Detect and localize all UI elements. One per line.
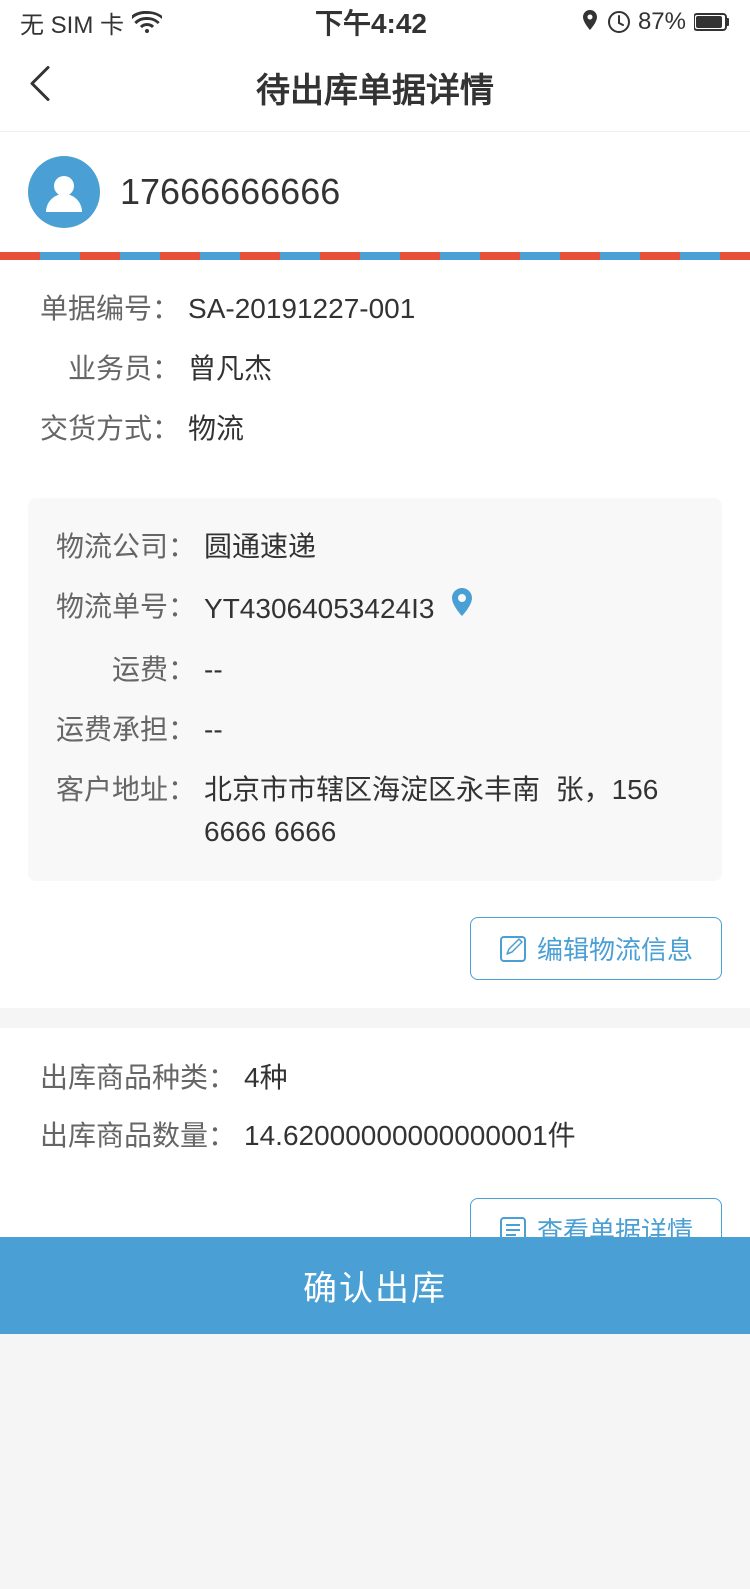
delivery-value: 物流 bbox=[188, 408, 710, 450]
user-icon bbox=[42, 170, 86, 214]
location-status-icon bbox=[580, 10, 600, 34]
dashed-divider bbox=[0, 252, 750, 260]
delivery-row: 交货方式： 物流 bbox=[40, 408, 710, 450]
salesperson-label: 业务员： bbox=[40, 348, 180, 390]
confirm-btn-container: 确认出库 bbox=[0, 1237, 750, 1334]
delivery-label: 交货方式： bbox=[40, 408, 180, 450]
carrier-text: 无 SIM 卡 bbox=[20, 5, 124, 40]
freight-row: 运费： -- bbox=[56, 649, 694, 691]
freight-value: -- bbox=[204, 649, 694, 691]
user-phone: 17666666666 bbox=[120, 171, 340, 213]
goods-qty-row: 出库商品数量： 14.62000000000000001件 bbox=[40, 1114, 710, 1154]
address-value: 北京市市辖区海淀区永丰南 张，156 6666 6666 bbox=[204, 769, 694, 853]
salesperson-row: 业务员： 曾凡杰 bbox=[40, 348, 710, 390]
back-button[interactable] bbox=[28, 63, 52, 112]
goods-type-value: 4种 bbox=[244, 1056, 288, 1096]
goods-type-row: 出库商品种类： 4种 bbox=[40, 1056, 710, 1096]
battery-text: 87% bbox=[638, 8, 686, 36]
document-info-section: 单据编号： SA-20191227-001 业务员： 曾凡杰 交货方式： 物流 bbox=[0, 260, 750, 478]
goods-type-label: 出库商品种类： bbox=[40, 1056, 236, 1096]
section-gap-1 bbox=[0, 1008, 750, 1028]
status-time: 下午4:42 bbox=[315, 2, 427, 42]
edit-logistics-button[interactable]: 编辑物流信息 bbox=[470, 917, 722, 980]
freight-bear-row: 运费承担： -- bbox=[56, 709, 694, 751]
logistics-company-row: 物流公司： 圆通速递 bbox=[56, 526, 694, 568]
avatar bbox=[28, 156, 100, 228]
battery-icon bbox=[694, 12, 730, 32]
status-bar: 无 SIM 卡 下午4:42 87% bbox=[0, 0, 750, 44]
edit-icon bbox=[499, 935, 527, 963]
goods-qty-value: 14.62000000000000001件 bbox=[244, 1114, 576, 1154]
logistics-tracking-row: 物流单号： YT43064053424I3 bbox=[56, 586, 694, 631]
status-right: 87% bbox=[580, 8, 730, 36]
logistics-company-value: 圆通速递 bbox=[204, 526, 694, 568]
doc-no-label: 单据编号： bbox=[40, 288, 180, 330]
edit-btn-row: 编辑物流信息 bbox=[0, 901, 750, 1008]
goods-qty-label: 出库商品数量： bbox=[40, 1114, 236, 1154]
status-left: 无 SIM 卡 bbox=[20, 5, 162, 40]
logistics-tracking-value: YT43064053424I3 bbox=[204, 586, 694, 631]
goods-section: 出库商品种类： 4种 出库商品数量： 14.62000000000000001件 bbox=[0, 1028, 750, 1182]
edit-btn-label: 编辑物流信息 bbox=[537, 930, 693, 967]
salesperson-value: 曾凡杰 bbox=[188, 348, 710, 390]
page-title: 待出库单据详情 bbox=[256, 63, 494, 112]
address-row: 客户地址： 北京市市辖区海淀区永丰南 张，156 6666 6666 bbox=[56, 769, 694, 853]
logistics-tracking-label: 物流单号： bbox=[56, 586, 196, 628]
tracking-location-icon[interactable] bbox=[446, 586, 478, 631]
doc-no-value: SA-20191227-001 bbox=[188, 288, 710, 330]
freight-bear-value: -- bbox=[204, 709, 694, 751]
logistics-card: 物流公司： 圆通速递 物流单号： YT43064053424I3 运费： -- bbox=[28, 498, 722, 881]
clock-icon bbox=[608, 11, 630, 33]
doc-no-row: 单据编号： SA-20191227-001 bbox=[40, 288, 710, 330]
confirm-outbound-button[interactable]: 确认出库 bbox=[303, 1261, 447, 1310]
freight-label: 运费： bbox=[56, 649, 196, 691]
logistics-company-label: 物流公司： bbox=[56, 526, 196, 568]
freight-bear-label: 运费承担： bbox=[56, 709, 196, 751]
user-row: 17666666666 bbox=[0, 132, 750, 252]
nav-bar: 待出库单据详情 bbox=[0, 44, 750, 132]
address-label: 客户地址： bbox=[56, 769, 196, 811]
wifi-icon bbox=[132, 11, 162, 33]
